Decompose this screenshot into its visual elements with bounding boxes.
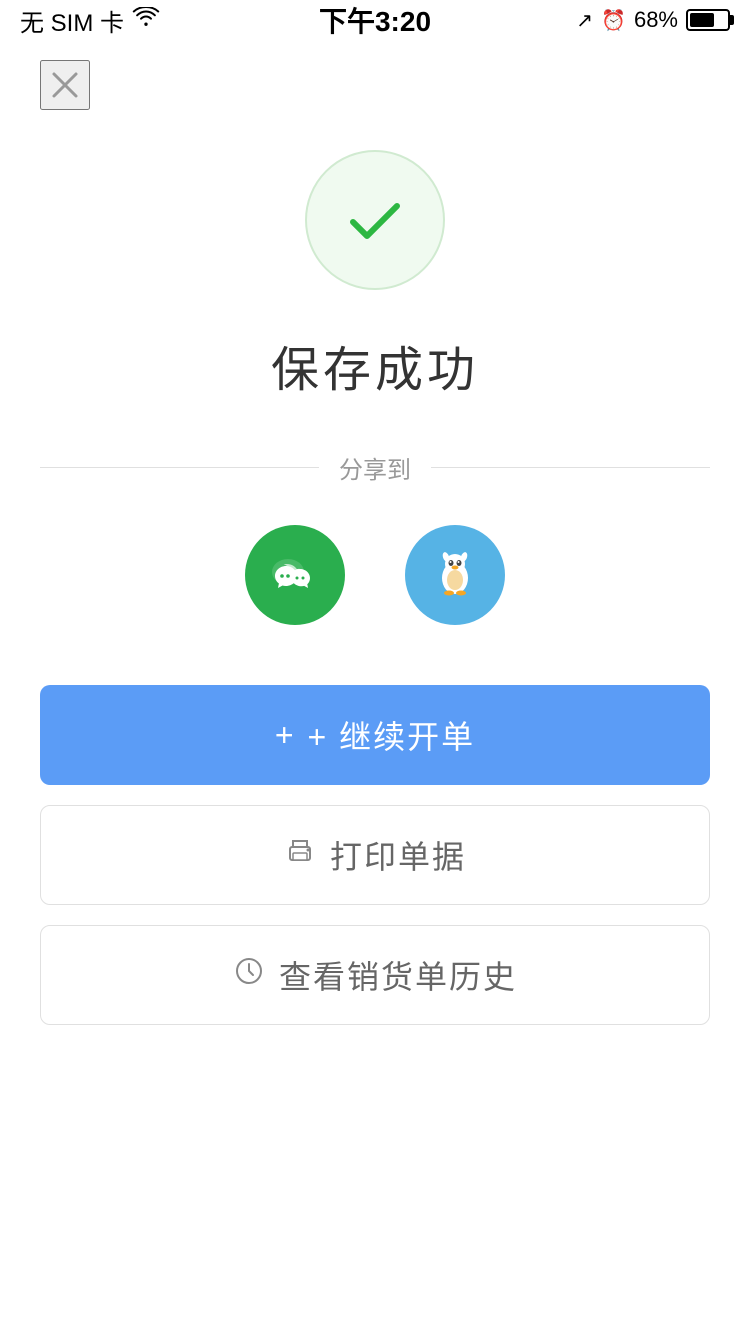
location-icon: ↗ [576,8,593,33]
success-icon-container [305,150,445,290]
status-time: 下午3:20 [319,0,431,40]
close-button[interactable] [40,60,90,110]
checkmark-icon [339,184,411,256]
qq-icon-circle [405,525,505,625]
share-wechat[interactable] [245,525,345,625]
alarm-icon: ⏰ [601,8,626,33]
print-icon [284,835,316,875]
share-row [245,525,505,625]
continue-button[interactable]: + + 继续开单 [40,685,710,785]
print-label: 打印单据 [330,832,466,878]
share-label: 分享到 [339,450,411,485]
continue-label: + 继续开单 [308,712,476,758]
print-button[interactable]: 打印单据 [40,805,710,905]
battery-icon [686,9,730,31]
history-icon [233,955,265,995]
plus-icon: + [275,717,294,754]
share-qq[interactable] [405,525,505,625]
status-bar: 无 SIM 卡 下午3:20 ↗ ⏰ 68% [0,0,750,40]
buttons-section: + + 继续开单 打印单据 查看销货单历 [40,685,710,1025]
success-title: 保存成功 [271,330,479,400]
divider-line-left [40,467,319,468]
divider-line-right [431,467,710,468]
history-label: 查看销货单历史 [279,952,517,998]
wifi-icon [132,6,160,34]
status-left: 无 SIM 卡 [20,3,160,38]
history-button[interactable]: 查看销货单历史 [40,925,710,1025]
battery-percent: 68% [634,7,678,33]
wechat-icon-circle [245,525,345,625]
carrier-text: 无 SIM 卡 [20,3,124,38]
main-content: 保存成功 分享到 [0,40,750,1065]
share-divider: 分享到 [40,450,710,485]
status-right: ↗ ⏰ 68% [576,7,730,33]
